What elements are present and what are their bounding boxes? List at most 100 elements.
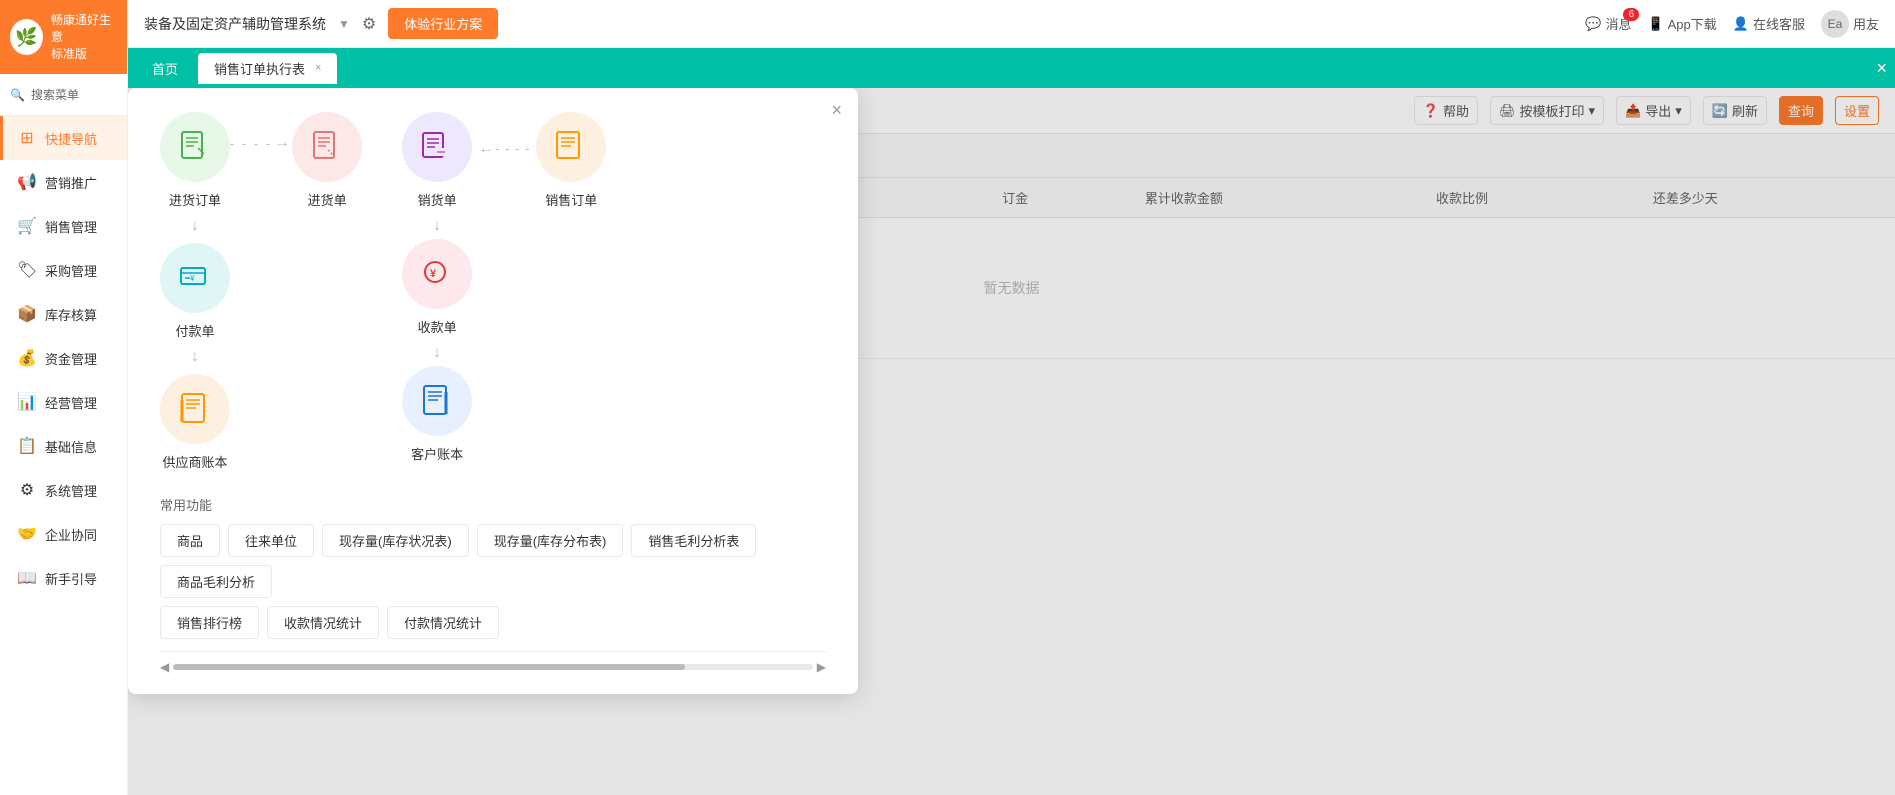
modal-overlay[interactable]: × 进货订单 ↓ xyxy=(128,88,1895,795)
search-menu-button[interactable]: 🔍 搜索菜单 xyxy=(8,82,119,107)
sidebar-item-label: 资金管理 xyxy=(45,349,97,368)
topbar: 装备及固定资产辅助管理系统 ▼ ⚙ 体验行业方案 💬 消息 6 📱 App下载 … xyxy=(128,0,1895,48)
supplier-ledger-label: 供应商账本 xyxy=(162,452,227,471)
flow-item-receipt[interactable]: ¥ 收款单 xyxy=(402,239,472,336)
app-label: App下载 xyxy=(1668,14,1717,33)
sales-bill-label: 销货单 xyxy=(418,190,457,209)
function-buttons-row1: 商品 往来单位 现存量(库存状况表) 现存量(库存分布表) 销售毛利分析表 商品… xyxy=(160,524,826,598)
tab-sales-order-exec[interactable]: 销售订单执行表 × xyxy=(198,53,337,84)
sidebar-item-purchase[interactable]: 🏷 采购管理 xyxy=(0,248,127,292)
user-label: 用友 xyxy=(1853,14,1879,33)
purchase-bill-label: 进货单 xyxy=(308,190,347,209)
sidebar-item-marketing[interactable]: 📢 营销推广 xyxy=(0,160,127,204)
payment-label: 付款单 xyxy=(175,321,214,340)
service-icon: 👤 xyxy=(1733,16,1749,32)
base-info-icon: 📋 xyxy=(17,436,37,456)
marketing-icon: 📢 xyxy=(17,172,37,192)
tab-home[interactable]: 首页 xyxy=(136,53,194,84)
func-btn-sales-margin[interactable]: 销售毛利分析表 xyxy=(631,524,756,557)
messages-action[interactable]: 💬 消息 6 xyxy=(1585,14,1631,33)
sidebar-item-quick-nav[interactable]: ⊞ 快捷导航 xyxy=(0,116,127,160)
sales-order-label: 销售订单 xyxy=(545,190,597,209)
content-area: ❓ 帮助 🖨 按模板打印 ▾ 📤 导出 ▾ 🔄 刷新 查询 xyxy=(128,88,1895,795)
purchase-bill-icon xyxy=(308,128,346,166)
supplier-ledger-circle xyxy=(160,374,230,444)
sidebar-item-sales[interactable]: 🛒 销售管理 xyxy=(0,204,127,248)
common-functions-section: 常用功能 商品 往来单位 现存量(库存状况表) 现存量(库存分布表) 销售毛利分… xyxy=(160,495,826,639)
search-menu-label: 搜索菜单 xyxy=(31,86,79,103)
sidebar-item-finance[interactable]: 💰 资金管理 xyxy=(0,336,127,380)
scroll-thumb xyxy=(173,664,685,670)
sidebar-item-base-info[interactable]: 📋 基础信息 xyxy=(0,424,127,468)
tab-close-icon[interactable]: × xyxy=(315,62,321,74)
func-btn-receipt-stats[interactable]: 收款情况统计 xyxy=(267,606,379,639)
cooperation-icon: 🤝 xyxy=(17,524,37,544)
sidebar-item-label: 新手引导 xyxy=(45,569,97,588)
function-buttons-row2: 销售排行榜 收款情况统计 付款情况统计 xyxy=(160,606,826,639)
quick-nav-icon: ⊞ xyxy=(17,128,37,148)
func-btn-goods[interactable]: 商品 xyxy=(160,524,220,557)
sidebar-item-inventory[interactable]: 📦 库存核算 xyxy=(0,292,127,336)
func-btn-goods-margin[interactable]: 商品毛利分析 xyxy=(160,565,272,598)
func-btn-stock-status[interactable]: 现存量(库存状况表) xyxy=(322,524,469,557)
sidebar-item-cooperation[interactable]: 🤝 企业协同 xyxy=(0,512,127,556)
logo-text: 畅康通好生意 标准版 xyxy=(51,12,117,62)
tab-close-all-button[interactable]: × xyxy=(1876,59,1887,77)
online-service-action[interactable]: 👤 在线客服 xyxy=(1733,14,1805,33)
topbar-dropdown-icon[interactable]: ▼ xyxy=(338,17,350,31)
flow-item-purchase-order[interactable]: 进货订单 xyxy=(160,112,230,209)
func-btn-sales-rank[interactable]: 销售排行榜 xyxy=(160,606,259,639)
operations-icon: 📊 xyxy=(17,392,37,412)
topbar-left: 装备及固定资产辅助管理系统 ▼ ⚙ 体验行业方案 xyxy=(144,8,498,39)
sidebar-logo[interactable]: 🌿 畅康通好生意 标准版 xyxy=(0,0,127,74)
sidebar-item-operations[interactable]: 📊 经营管理 xyxy=(0,380,127,424)
purchase-order-circle xyxy=(160,112,230,182)
search-icon: 🔍 xyxy=(10,88,25,102)
func-btn-counterpart[interactable]: 往来单位 xyxy=(228,524,314,557)
svg-text:¥: ¥ xyxy=(189,274,195,283)
sales-order-icon xyxy=(552,128,590,166)
app-icon: 📱 xyxy=(1647,16,1663,32)
message-icon: 💬 xyxy=(1585,16,1601,32)
flow-item-sales-order[interactable]: 销售订单 xyxy=(536,112,606,209)
newbie-icon: 📖 xyxy=(17,568,37,588)
user-action[interactable]: Ea 用友 xyxy=(1821,10,1879,38)
sidebar-item-newbie[interactable]: 📖 新手引导 xyxy=(0,556,127,600)
sidebar-search-section: 🔍 搜索菜单 xyxy=(0,74,127,116)
arrow-down-3: ↓ xyxy=(191,348,199,366)
svg-text:¥: ¥ xyxy=(430,268,437,280)
flow-item-sales-bill[interactable]: 销货单 xyxy=(402,112,472,209)
scroll-right-arrow[interactable]: ▶ xyxy=(817,660,826,674)
arrow-down-1: ↓ xyxy=(191,217,199,235)
tabs-bar: 首页 销售订单执行表 × × xyxy=(128,48,1895,88)
trial-button[interactable]: 体验行业方案 xyxy=(388,8,498,39)
app-download-action[interactable]: 📱 App下载 xyxy=(1647,14,1716,33)
func-btn-payment-stats[interactable]: 付款情况统计 xyxy=(387,606,499,639)
flow-item-supplier-ledger[interactable]: 供应商账本 xyxy=(160,374,230,471)
sidebar-item-label: 快捷导航 xyxy=(45,129,97,148)
modal-close-button[interactable]: × xyxy=(831,100,842,121)
sales-order-circle xyxy=(536,112,606,182)
purchase-bill-circle xyxy=(292,112,362,182)
customer-ledger-icon xyxy=(418,382,456,420)
purchase-order-icon xyxy=(176,128,214,166)
modal-box: × 进货订单 ↓ xyxy=(128,88,858,694)
topbar-right: 💬 消息 6 📱 App下载 👤 在线客服 Ea 用友 xyxy=(1585,10,1879,38)
sidebar-nav: ⊞ 快捷导航 📢 营销推广 🛒 销售管理 🏷 采购管理 📦 库存核算 💰 xyxy=(0,116,127,795)
sidebar-item-label: 销售管理 xyxy=(45,217,97,236)
logo-icon: 🌿 xyxy=(10,19,43,55)
payment-icon: ¥ xyxy=(176,259,214,297)
sidebar-item-label: 营销推广 xyxy=(45,173,97,192)
sidebar: 🌿 畅康通好生意 标准版 🔍 搜索菜单 ⊞ 快捷导航 📢 营销推广 🛒 xyxy=(0,0,128,795)
sales-icon: 🛒 xyxy=(17,216,37,236)
flow-item-customer-ledger[interactable]: 客户账本 xyxy=(402,366,472,463)
flow-item-payment[interactable]: ¥ 付款单 xyxy=(160,243,230,340)
sidebar-item-system[interactable]: ⚙ 系统管理 xyxy=(0,468,127,512)
receipt-icon: ¥ xyxy=(418,255,456,293)
arrow-down-2: ↓ xyxy=(433,217,441,235)
topbar-settings-icon[interactable]: ⚙ xyxy=(362,14,376,34)
scroll-left-arrow[interactable]: ◀ xyxy=(160,660,169,674)
flow-item-purchase-bill[interactable]: 进货单 xyxy=(292,112,362,209)
customer-ledger-label: 客户账本 xyxy=(411,444,463,463)
func-btn-stock-dist[interactable]: 现存量(库存分布表) xyxy=(477,524,624,557)
